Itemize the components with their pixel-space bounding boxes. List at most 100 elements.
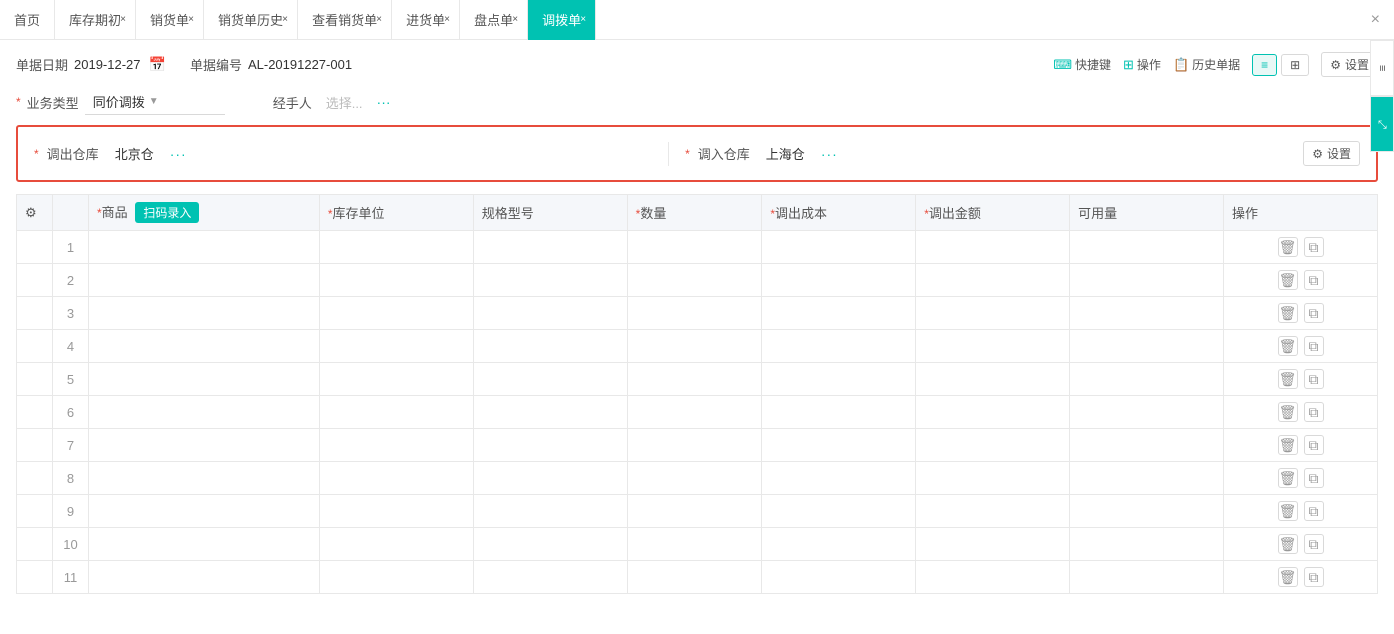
row-spec-cell[interactable] xyxy=(473,297,627,330)
row-amount-cell[interactable] xyxy=(916,462,1070,495)
row-amount-cell[interactable] xyxy=(916,231,1070,264)
right-panel-expand-btn[interactable]: ⤢ xyxy=(1370,96,1394,152)
row-unit-cell[interactable] xyxy=(319,462,473,495)
row-avail-cell[interactable] xyxy=(1070,231,1224,264)
row-qty-cell[interactable] xyxy=(627,231,762,264)
row-product-cell[interactable] xyxy=(89,396,320,429)
row-amount-cell[interactable] xyxy=(916,396,1070,429)
delete-icon[interactable]: 🗑 xyxy=(1278,303,1298,323)
warehouse-in-more-btn[interactable]: ··· xyxy=(821,146,838,162)
row-product-cell[interactable] xyxy=(89,297,320,330)
copy-icon[interactable]: ⧉ xyxy=(1304,468,1324,488)
tab-init-stock-close[interactable]: × xyxy=(115,12,131,28)
row-amount-cell[interactable] xyxy=(916,264,1070,297)
delete-icon[interactable]: 🗑 xyxy=(1278,468,1298,488)
row-product-cell[interactable] xyxy=(89,528,320,561)
row-amount-cell[interactable] xyxy=(916,297,1070,330)
tab-stocktake[interactable]: 盘点单 × xyxy=(460,0,528,40)
row-product-cell[interactable] xyxy=(89,462,320,495)
tab-stocktake-close[interactable]: × xyxy=(507,12,523,28)
row-cost-cell[interactable] xyxy=(762,264,916,297)
row-avail-cell[interactable] xyxy=(1070,462,1224,495)
copy-icon[interactable]: ⧉ xyxy=(1304,336,1324,356)
row-avail-cell[interactable] xyxy=(1070,264,1224,297)
copy-icon[interactable]: ⧉ xyxy=(1304,567,1324,587)
row-unit-cell[interactable] xyxy=(319,528,473,561)
warehouse-settings-btn[interactable]: ⚙ 设置 xyxy=(1303,141,1360,166)
row-amount-cell[interactable] xyxy=(916,495,1070,528)
tab-sales-order[interactable]: 销货单 × xyxy=(136,0,204,40)
row-spec-cell[interactable] xyxy=(473,264,627,297)
row-unit-cell[interactable] xyxy=(319,429,473,462)
row-cost-cell[interactable] xyxy=(762,330,916,363)
view-list-btn[interactable]: ≡ xyxy=(1252,54,1277,76)
row-unit-cell[interactable] xyxy=(319,363,473,396)
row-amount-cell[interactable] xyxy=(916,561,1070,594)
row-cost-cell[interactable] xyxy=(762,363,916,396)
row-unit-cell[interactable] xyxy=(319,264,473,297)
row-spec-cell[interactable] xyxy=(473,462,627,495)
row-cost-cell[interactable] xyxy=(762,528,916,561)
row-cost-cell[interactable] xyxy=(762,462,916,495)
row-product-cell[interactable] xyxy=(89,231,320,264)
row-cost-cell[interactable] xyxy=(762,429,916,462)
row-unit-cell[interactable] xyxy=(319,495,473,528)
row-spec-cell[interactable] xyxy=(473,429,627,462)
row-amount-cell[interactable] xyxy=(916,528,1070,561)
row-spec-cell[interactable] xyxy=(473,495,627,528)
row-product-cell[interactable] xyxy=(89,363,320,396)
row-product-cell[interactable] xyxy=(89,561,320,594)
row-product-cell[interactable] xyxy=(89,495,320,528)
row-amount-cell[interactable] xyxy=(916,429,1070,462)
tab-purchase-order-close[interactable]: × xyxy=(439,12,455,28)
row-amount-cell[interactable] xyxy=(916,363,1070,396)
copy-icon[interactable]: ⧉ xyxy=(1304,435,1324,455)
delete-icon[interactable]: 🗑 xyxy=(1278,270,1298,290)
row-product-cell[interactable] xyxy=(89,429,320,462)
tab-sales-history[interactable]: 销货单历史 × xyxy=(204,0,298,40)
row-unit-cell[interactable] xyxy=(319,231,473,264)
row-qty-cell[interactable] xyxy=(627,297,762,330)
gear-icon[interactable]: ⚙ xyxy=(25,205,37,220)
copy-icon[interactable]: ⧉ xyxy=(1304,237,1324,257)
warehouse-out-more-btn[interactable]: ··· xyxy=(170,146,187,162)
row-qty-cell[interactable] xyxy=(627,264,762,297)
row-avail-cell[interactable] xyxy=(1070,297,1224,330)
row-spec-cell[interactable] xyxy=(473,561,627,594)
person-select[interactable]: 选择... xyxy=(326,93,363,112)
table-wrapper[interactable]: ⚙ *商品 扫码录入 *库存单位 规格型号 *数量 xyxy=(16,194,1378,594)
delete-icon[interactable]: 🗑 xyxy=(1278,402,1298,422)
row-unit-cell[interactable] xyxy=(319,396,473,429)
row-avail-cell[interactable] xyxy=(1070,396,1224,429)
row-qty-cell[interactable] xyxy=(627,396,762,429)
col-header-gear[interactable]: ⚙ xyxy=(17,195,53,231)
row-cost-cell[interactable] xyxy=(762,495,916,528)
row-avail-cell[interactable] xyxy=(1070,561,1224,594)
shortcut-btn[interactable]: ⌨ 快捷键 xyxy=(1053,56,1111,73)
row-spec-cell[interactable] xyxy=(473,363,627,396)
row-unit-cell[interactable] xyxy=(319,330,473,363)
row-cost-cell[interactable] xyxy=(762,297,916,330)
row-spec-cell[interactable] xyxy=(473,330,627,363)
row-spec-cell[interactable] xyxy=(473,528,627,561)
row-avail-cell[interactable] xyxy=(1070,330,1224,363)
scan-entry-btn[interactable]: 扫码录入 xyxy=(135,202,199,223)
copy-icon[interactable]: ⧉ xyxy=(1304,303,1324,323)
copy-icon[interactable]: ⧉ xyxy=(1304,534,1324,554)
tab-sales-order-close[interactable]: × xyxy=(183,12,199,28)
window-close-btn[interactable]: × xyxy=(1357,11,1394,29)
row-unit-cell[interactable] xyxy=(319,297,473,330)
delete-icon[interactable]: 🗑 xyxy=(1278,567,1298,587)
row-product-cell[interactable] xyxy=(89,330,320,363)
tab-purchase-order[interactable]: 进货单 × xyxy=(392,0,460,40)
row-qty-cell[interactable] xyxy=(627,429,762,462)
tab-home[interactable]: 首页 xyxy=(0,0,55,40)
tab-transfer[interactable]: 调拨单 × xyxy=(528,0,596,40)
row-qty-cell[interactable] xyxy=(627,561,762,594)
row-spec-cell[interactable] xyxy=(473,396,627,429)
row-avail-cell[interactable] xyxy=(1070,528,1224,561)
copy-icon[interactable]: ⧉ xyxy=(1304,270,1324,290)
row-avail-cell[interactable] xyxy=(1070,429,1224,462)
delete-icon[interactable]: 🗑 xyxy=(1278,435,1298,455)
copy-icon[interactable]: ⧉ xyxy=(1304,369,1324,389)
